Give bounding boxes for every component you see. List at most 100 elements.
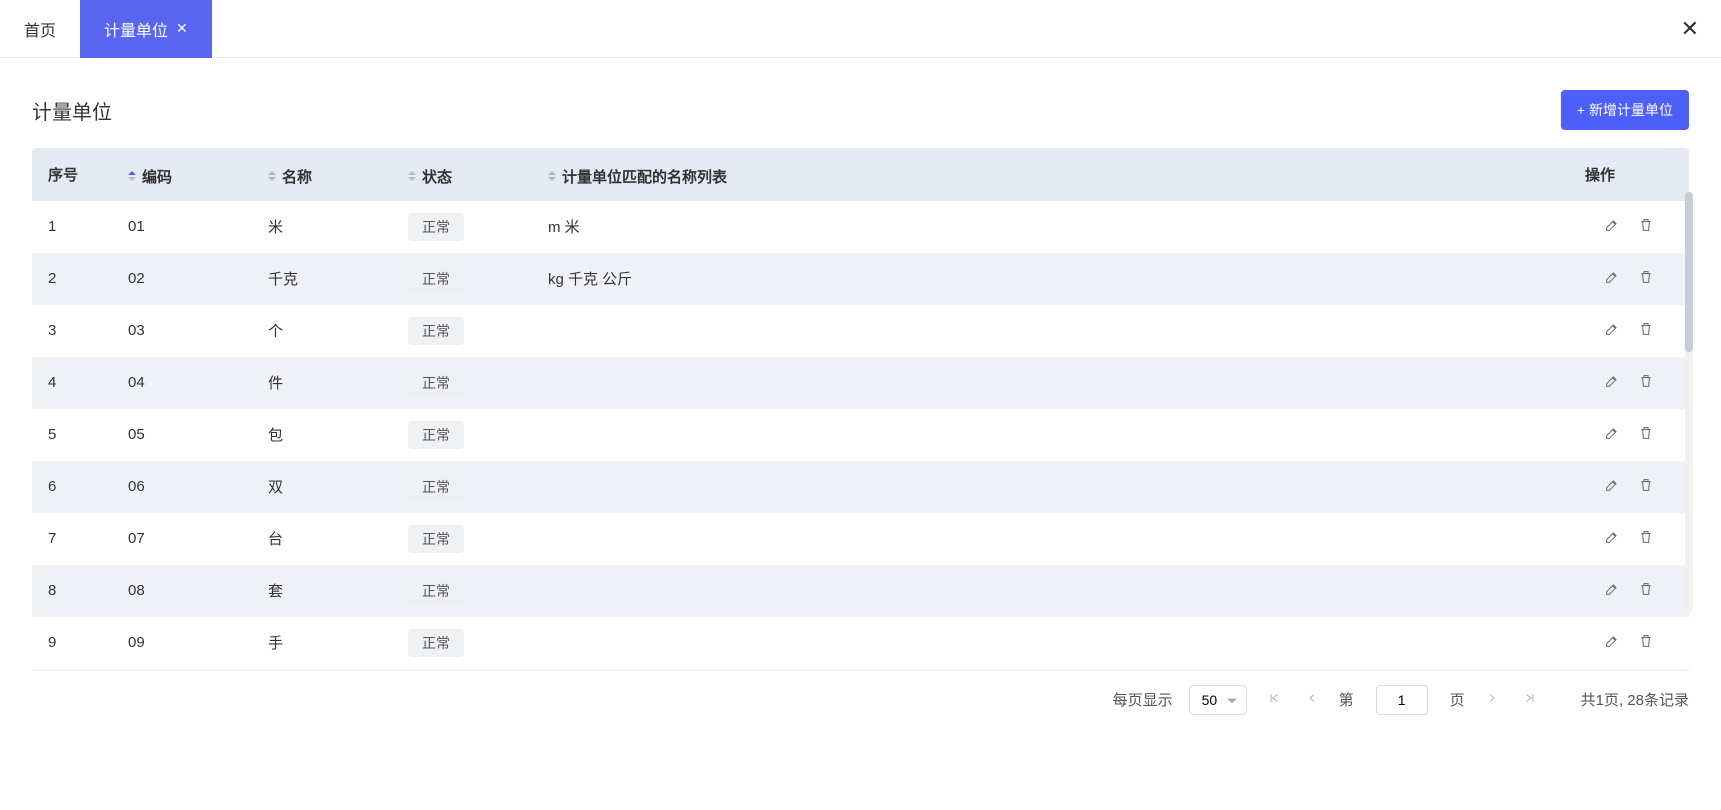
cell-seq: 9 xyxy=(32,617,112,669)
col-header-status[interactable]: 状态 xyxy=(392,148,532,201)
edit-icon[interactable] xyxy=(1604,321,1620,341)
cell-aliases xyxy=(532,565,1569,617)
cell-actions xyxy=(1569,357,1689,409)
tab-measure-unit-label: 计量单位 xyxy=(104,17,168,41)
cell-actions xyxy=(1569,201,1689,253)
tabs-bar: 首页 计量单位 ✕ ✕ xyxy=(0,0,1721,58)
first-page-button[interactable] xyxy=(1263,687,1285,712)
table-row: 707台正常 xyxy=(32,513,1689,565)
col-header-seq: 序号 xyxy=(32,148,112,201)
add-unit-button[interactable]: 新增计量单位 xyxy=(1561,90,1689,130)
cell-actions xyxy=(1569,513,1689,565)
edit-icon[interactable] xyxy=(1604,477,1620,497)
scroll-thumb[interactable] xyxy=(1685,192,1693,352)
tab-home[interactable]: 首页 xyxy=(0,0,80,58)
cell-seq: 2 xyxy=(32,253,112,305)
status-badge: 正常 xyxy=(408,577,464,605)
cell-aliases xyxy=(532,305,1569,357)
col-header-status-label: 状态 xyxy=(422,166,452,187)
status-badge: 正常 xyxy=(408,421,464,449)
col-header-actions-label: 操作 xyxy=(1585,167,1615,184)
cell-status: 正常 xyxy=(392,409,532,461)
delete-icon[interactable] xyxy=(1638,581,1654,601)
table-row: 808套正常 xyxy=(32,565,1689,617)
per-page-label: 每页显示 xyxy=(1113,689,1173,710)
cell-status: 正常 xyxy=(392,253,532,305)
last-page-button[interactable] xyxy=(1519,687,1541,712)
add-unit-label: 新增计量单位 xyxy=(1589,100,1673,120)
cell-status: 正常 xyxy=(392,669,532,671)
main-content: 计量单位 新增计量单位 序号 编码 xyxy=(0,58,1721,745)
col-header-actions: 操作 xyxy=(1569,148,1689,201)
close-all-icon[interactable]: ✕ xyxy=(1673,8,1707,50)
cell-code: 07 xyxy=(112,513,252,565)
cell-actions xyxy=(1569,461,1689,513)
edit-icon[interactable] xyxy=(1604,269,1620,289)
cell-code: 10 xyxy=(112,669,252,671)
cell-actions xyxy=(1569,669,1689,671)
delete-icon[interactable] xyxy=(1638,321,1654,341)
cell-status: 正常 xyxy=(392,565,532,617)
sort-icon[interactable] xyxy=(268,171,276,181)
cell-seq: 3 xyxy=(32,305,112,357)
close-icon[interactable]: ✕ xyxy=(176,20,188,37)
table-row: 404件正常 xyxy=(32,357,1689,409)
edit-icon[interactable] xyxy=(1604,373,1620,393)
cell-code: 06 xyxy=(112,461,252,513)
cell-status: 正常 xyxy=(392,201,532,253)
tab-measure-unit[interactable]: 计量单位 ✕ xyxy=(80,0,212,58)
col-header-code-label: 编码 xyxy=(142,166,172,187)
prev-page-button[interactable] xyxy=(1301,687,1323,712)
edit-icon[interactable] xyxy=(1604,581,1620,601)
cell-name: 个 xyxy=(252,305,392,357)
table-row: 202千克正常kg 千克 公斤 xyxy=(32,253,1689,305)
sort-icon[interactable] xyxy=(408,171,416,181)
per-page-select[interactable]: 50 xyxy=(1189,685,1247,715)
cell-aliases xyxy=(532,409,1569,461)
cell-seq: 1 xyxy=(32,201,112,253)
col-header-aliases[interactable]: 计量单位匹配的名称列表 xyxy=(532,148,1569,201)
delete-icon[interactable] xyxy=(1638,373,1654,393)
cell-actions xyxy=(1569,253,1689,305)
cell-code: 09 xyxy=(112,617,252,669)
page-suffix: 页 xyxy=(1450,689,1465,710)
edit-icon[interactable] xyxy=(1604,633,1620,653)
delete-icon[interactable] xyxy=(1638,477,1654,497)
scrollbar[interactable] xyxy=(1685,192,1693,612)
cell-status: 正常 xyxy=(392,461,532,513)
cell-code: 04 xyxy=(112,357,252,409)
cell-code: 02 xyxy=(112,253,252,305)
cell-aliases xyxy=(532,617,1569,669)
delete-icon[interactable] xyxy=(1638,529,1654,549)
col-header-name[interactable]: 名称 xyxy=(252,148,392,201)
cell-actions xyxy=(1569,565,1689,617)
cell-code: 08 xyxy=(112,565,252,617)
table-row: 606双正常 xyxy=(32,461,1689,513)
col-header-seq-label: 序号 xyxy=(48,167,78,184)
page-prefix: 第 xyxy=(1339,689,1354,710)
cell-status: 正常 xyxy=(392,357,532,409)
col-header-name-label: 名称 xyxy=(282,166,312,187)
edit-icon[interactable] xyxy=(1604,425,1620,445)
page-input[interactable] xyxy=(1376,685,1428,715)
delete-icon[interactable] xyxy=(1638,217,1654,237)
tab-home-label: 首页 xyxy=(24,17,56,41)
cell-code: 05 xyxy=(112,409,252,461)
delete-icon[interactable] xyxy=(1638,269,1654,289)
edit-icon[interactable] xyxy=(1604,217,1620,237)
pagination: 每页显示 50 第 页 共1页, 28条记录 xyxy=(32,671,1689,729)
col-header-code[interactable]: 编码 xyxy=(112,148,252,201)
delete-icon[interactable] xyxy=(1638,425,1654,445)
cell-status: 正常 xyxy=(392,513,532,565)
page-title: 计量单位 xyxy=(32,96,112,125)
cell-name: 台 xyxy=(252,513,392,565)
delete-icon[interactable] xyxy=(1638,633,1654,653)
sort-icon[interactable] xyxy=(548,171,556,181)
table-row: 909手正常 xyxy=(32,617,1689,669)
cell-seq: 8 xyxy=(32,565,112,617)
edit-icon[interactable] xyxy=(1604,529,1620,549)
cell-name: 件 xyxy=(252,357,392,409)
sort-icon[interactable] xyxy=(128,171,136,181)
next-page-button[interactable] xyxy=(1481,687,1503,712)
status-badge: 正常 xyxy=(408,629,464,657)
